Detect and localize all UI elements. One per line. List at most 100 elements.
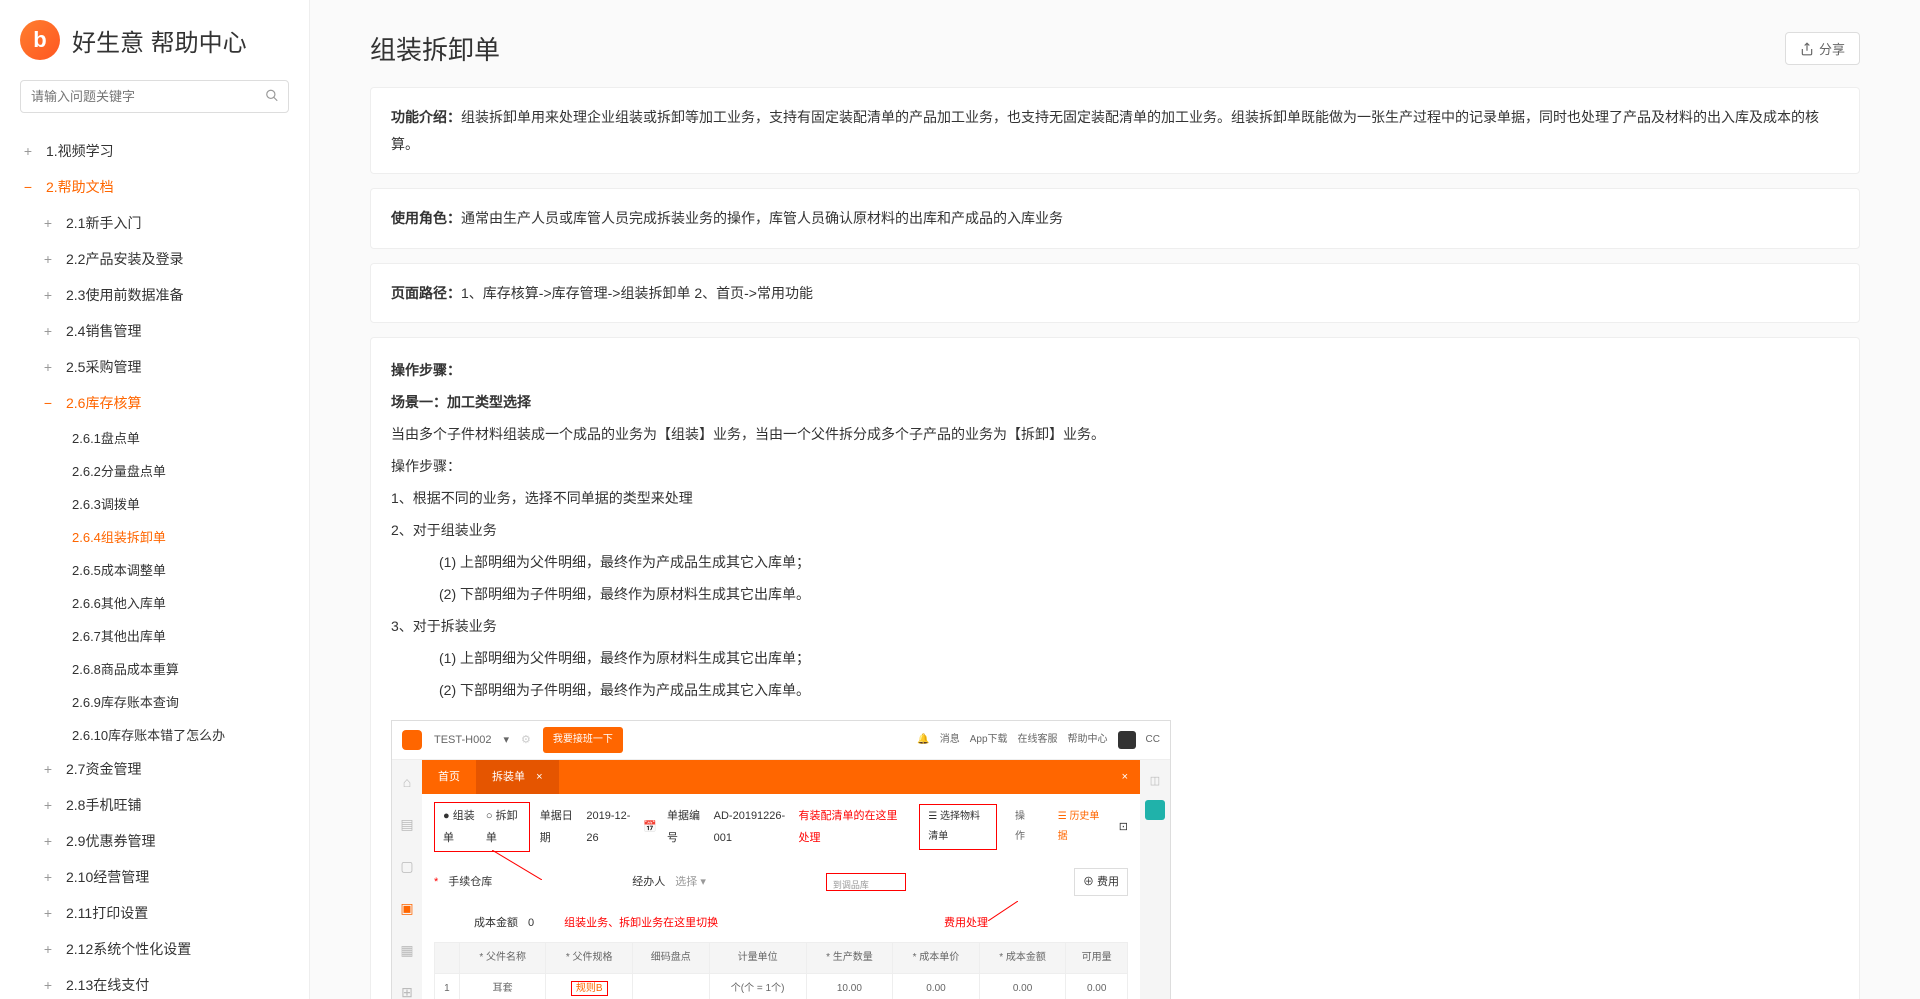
nav-2-7[interactable]: +2.7资金管理 xyxy=(40,751,289,787)
search-input[interactable] xyxy=(20,80,289,113)
nav-2-6-5[interactable]: 2.6.5成本调整单 xyxy=(72,553,289,586)
nav-2-6[interactable]: −2.6库存核算 xyxy=(40,385,289,421)
nav-2-6-9[interactable]: 2.6.9库存账本查询 xyxy=(72,685,289,718)
nav-label: 2.11打印设置 xyxy=(66,903,148,923)
nav-2-6-2[interactable]: 2.6.2分量盘点单 xyxy=(72,454,289,487)
ss-calendar-icon: ▦ xyxy=(400,936,413,964)
site-title: 好生意 帮助中心 xyxy=(72,23,247,58)
ss-box-icon: ▢ xyxy=(400,852,413,880)
ss-field2: 经办人 xyxy=(632,871,665,893)
ss-parent-table: * 父件名称* 父件规格细码盘点计量单位* 生产数量* 成本单价* 成本金额可用… xyxy=(434,942,1128,999)
plus-icon: + xyxy=(40,251,56,267)
nav-2-6-8[interactable]: 2.6.8商品成本重算 xyxy=(72,652,289,685)
plus-icon: + xyxy=(40,905,56,921)
nav-label: 2.8手机旺铺 xyxy=(66,795,141,815)
step2: 2、对于组装业务 xyxy=(391,516,1839,544)
ss-field3-input: 到调品库 xyxy=(826,873,906,891)
nav-label: 2.6.7其他出库单 xyxy=(72,626,166,645)
scene1-desc: 当由多个子件材料组装成一个成品的业务为【组装】业务，当由一个父件拆分成多个子产品… xyxy=(391,420,1839,448)
nav-2-8[interactable]: +2.8手机旺铺 xyxy=(40,787,289,823)
ss-table-row: 1耳套规则B个(个 = 1个)10.000.000.000.00 xyxy=(435,974,1128,999)
ss-close-icon: × xyxy=(536,771,542,783)
ss-field1: 手续仓库 xyxy=(448,871,492,893)
ss-th: * 生产数量 xyxy=(806,943,893,974)
nav-2-6-3[interactable]: 2.6.3调拨单 xyxy=(72,487,289,520)
nav-label: 2.7资金管理 xyxy=(66,759,141,779)
minus-icon: − xyxy=(20,179,36,195)
nav-label: 2.9优惠券管理 xyxy=(66,831,155,851)
ss-grid-icon: ⊞ xyxy=(401,978,413,999)
nav-label: 2.6.10库存账本错了怎么办 xyxy=(72,725,225,744)
ss-calendar-icon: 📅 xyxy=(643,816,657,838)
ss-order-label: 单据编号 xyxy=(667,805,704,849)
nav-label: 2.5采购管理 xyxy=(66,357,141,377)
nav-2-12[interactable]: +2.12系统个性化设置 xyxy=(40,931,289,967)
ss-order-value: AD-20191226-001 xyxy=(714,805,789,849)
ss-bag-icon: ▣ xyxy=(400,894,413,922)
plus-icon: + xyxy=(40,761,56,777)
nav-2-6-7[interactable]: 2.6.7其他出库单 xyxy=(72,619,289,652)
plus-icon: + xyxy=(20,143,36,159)
ss-dropdown-icon: ▾ xyxy=(503,729,509,751)
nav-label: 1.视频学习 xyxy=(46,141,114,161)
plus-icon: + xyxy=(40,869,56,885)
search-box xyxy=(20,80,289,113)
ss-tab-home: 首页 xyxy=(422,760,476,794)
ss-tab-assembly: 拆装单 × xyxy=(476,760,559,794)
nav-label: 2.6.4组装拆卸单 xyxy=(72,527,166,546)
intro-card: 功能介绍：组装拆卸单用来处理企业组装或拆卸等加工业务，支持有固定装配清单的产品加… xyxy=(370,87,1860,174)
ss-service: 在线客服 xyxy=(1018,730,1058,750)
plus-icon: + xyxy=(40,287,56,303)
ss-home-icon: ⌂ xyxy=(403,768,411,796)
ss-radio-group: ● 组装单 ○ 拆卸单 xyxy=(434,802,530,852)
ss-tabs: 首页 拆装单 × × xyxy=(422,760,1140,794)
ss-cc: CC xyxy=(1146,730,1160,750)
ss-annotation-3: 费用处理 xyxy=(944,912,988,934)
nav-2-2[interactable]: +2.2产品安装及登录 xyxy=(40,241,289,277)
nav-label: 2.3使用前数据准备 xyxy=(66,285,183,305)
steps-heading: 操作步骤： xyxy=(391,356,1839,384)
nav-2-6-4[interactable]: 2.6.4组装拆卸单 xyxy=(72,520,289,553)
share-label: 分享 xyxy=(1819,39,1845,58)
nav-label: 2.帮助文档 xyxy=(46,177,114,197)
nav-2-10[interactable]: +2.10经营管理 xyxy=(40,859,289,895)
nav-2-6-6[interactable]: 2.6.6其他入库单 xyxy=(72,586,289,619)
nav-label: 2.6.8商品成本重算 xyxy=(72,659,179,678)
ss-doc-icon: ▤ xyxy=(400,810,413,838)
role-card: 使用角色：通常由生产人员或库管人员完成拆装业务的操作，库管人员确认原材料的出库和… xyxy=(370,188,1860,249)
nav-2-4[interactable]: +2.4销售管理 xyxy=(40,313,289,349)
nav-2-11[interactable]: +2.11打印设置 xyxy=(40,895,289,931)
ss-choose-btn: ☰ 选择物料清单 xyxy=(919,804,997,850)
nav-label: 2.6库存核算 xyxy=(66,393,141,413)
nav-2-9[interactable]: +2.9优惠券管理 xyxy=(40,823,289,859)
intro-label: 功能介绍： xyxy=(391,109,461,125)
nav-label: 2.6.5成本调整单 xyxy=(72,560,166,579)
nav-label: 2.12系统个性化设置 xyxy=(66,939,191,959)
ss-radio-assemble: ● 组装单 xyxy=(443,805,478,849)
share-button[interactable]: 分享 xyxy=(1785,32,1860,65)
nav-2-6-1[interactable]: 2.6.1盘点单 xyxy=(72,421,289,454)
role-text: 通常由生产人员或库管人员完成拆装业务的操作，库管人员确认原材料的出库和产成品的入… xyxy=(461,210,1063,226)
steps-section: 操作步骤： 场景一：加工类型选择 当由多个子件材料组装成一个成品的业务为【组装】… xyxy=(370,337,1860,999)
path-label: 页面路径： xyxy=(391,285,461,301)
ss-radio-disassemble: ○ 拆卸单 xyxy=(486,805,521,849)
ss-date-label: 单据日期 xyxy=(540,805,577,849)
ss-topbar: TEST-H002 ▾ ⚙ 我要接班一下 🔔消息 App下载 在线客服 帮助中心… xyxy=(392,721,1170,760)
search-icon[interactable] xyxy=(265,88,279,105)
ss-gear-icon: ⚙ xyxy=(521,729,531,751)
nav-2-3[interactable]: +2.3使用前数据准备 xyxy=(40,277,289,313)
ss-fee-btn: ⊕ 费用 xyxy=(1074,868,1128,896)
nav-2-1[interactable]: +2.1新手入门 xyxy=(40,205,289,241)
nav-video-learning[interactable]: +1.视频学习 xyxy=(20,133,289,169)
nav-2-6-10[interactable]: 2.6.10库存账本错了怎么办 xyxy=(72,718,289,751)
nav-2-5[interactable]: +2.5采购管理 xyxy=(40,349,289,385)
nav-help-docs[interactable]: −2.帮助文档 xyxy=(20,169,289,205)
ss-logo-icon xyxy=(402,730,422,750)
ss-th: 计量单位 xyxy=(709,943,806,974)
ss-more-icon: ⊡ xyxy=(1119,816,1128,838)
step3: 3、对于拆装业务 xyxy=(391,612,1839,640)
step2-2: (2) 下部明细为子件明细，最终作为原材料生成其它出库单。 xyxy=(391,580,1839,608)
nav-label: 2.13在线支付 xyxy=(66,975,149,995)
nav-2-13[interactable]: +2.13在线支付 xyxy=(40,967,289,999)
path-card: 页面路径：1、库存核算->库存管理->组装拆卸单 2、首页->常用功能 xyxy=(370,263,1860,324)
